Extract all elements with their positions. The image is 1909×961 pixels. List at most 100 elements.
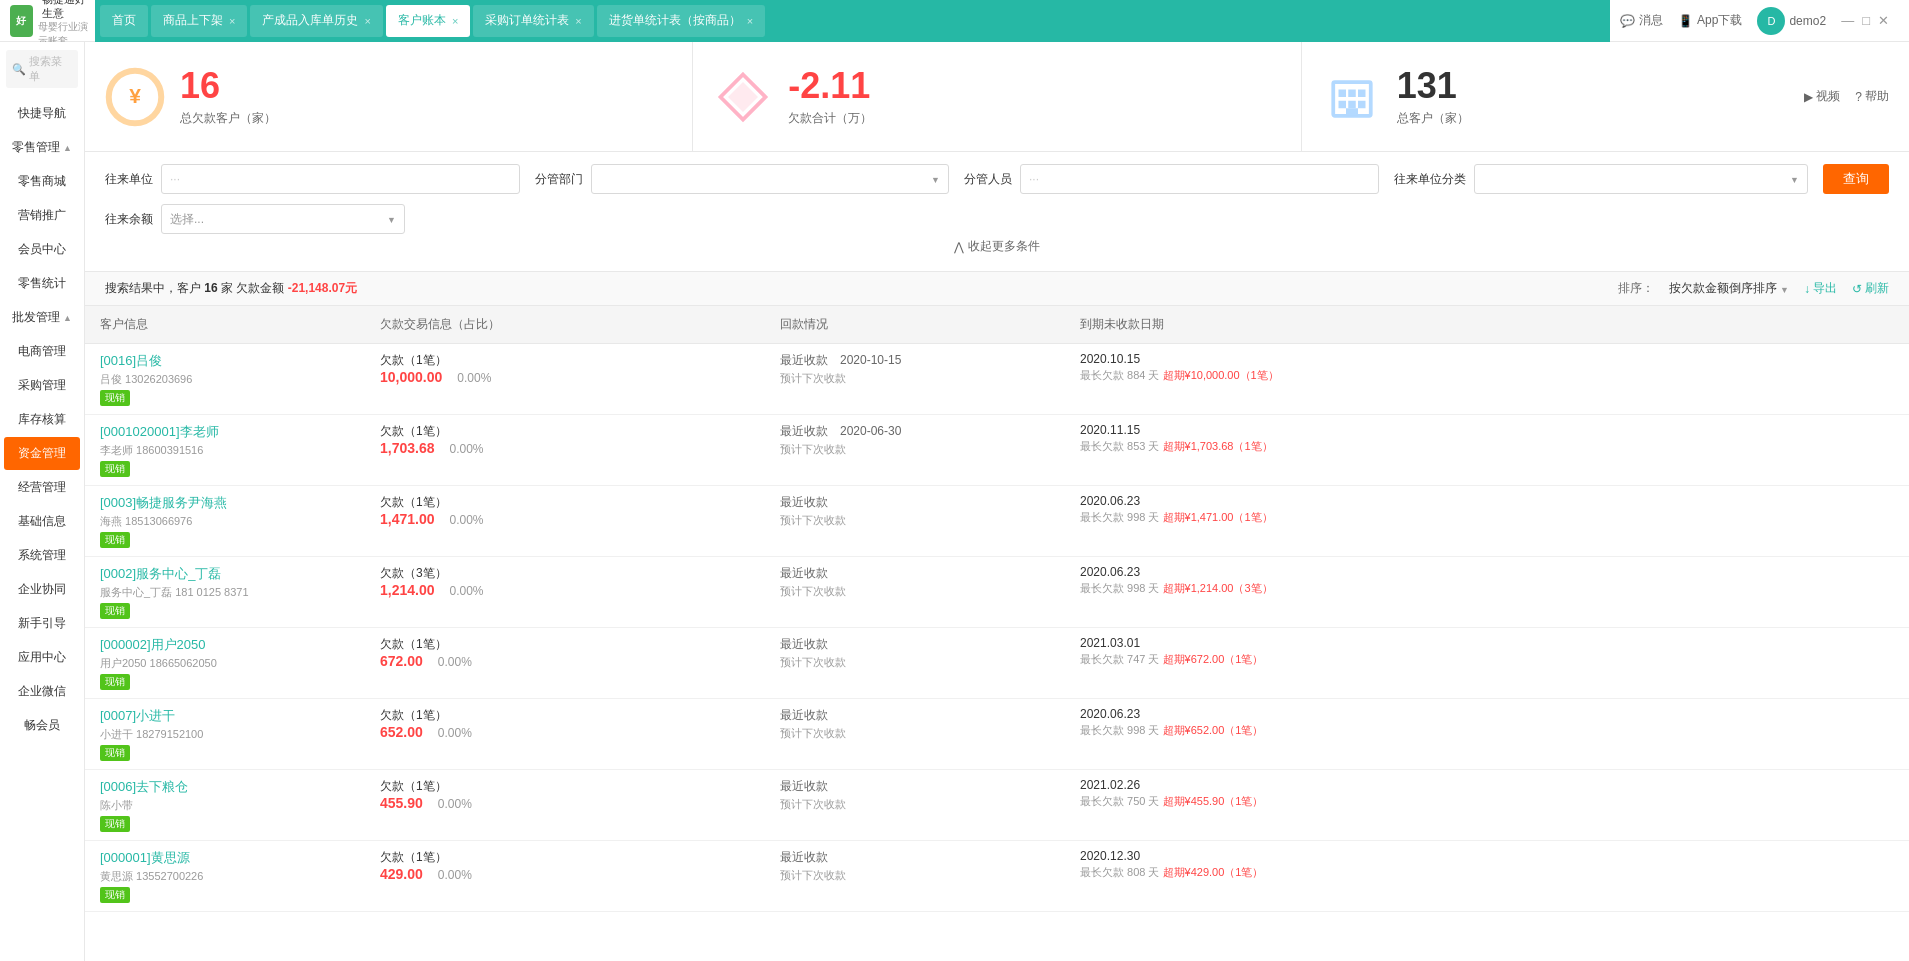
message-btn[interactable]: 💬 消息 [1620,12,1663,29]
sidebar-item-biz-mgmt[interactable]: 经营管理 [4,471,80,504]
balance-chevron [387,212,396,226]
sidebar-item-basic-info[interactable]: 基础信息 [4,505,80,538]
sidebar-item-enterprise[interactable]: 企业协同 [4,573,80,606]
overdue-info: 最长欠款 853 天 超期¥1,703.68（1笔） [1080,439,1894,454]
tab-close-customer_account[interactable]: × [452,15,458,27]
manager-input[interactable]: ··· [1020,164,1379,194]
tab-production[interactable]: 产成品入库单历史× [250,5,382,37]
search-button[interactable]: 查询 [1823,164,1889,194]
sidebar-label-batch-mgmt: 批发管理 [12,309,60,326]
avatar-icon: D [1757,7,1785,35]
table-row: [0001020001]李老师 李老师 18600391516 现销 欠款（1笔… [85,415,1909,486]
close-btn[interactable]: ✕ [1878,13,1889,28]
minimize-btn[interactable]: — [1841,13,1854,28]
sidebar-item-new-guide[interactable]: 新手引导 [4,607,80,640]
col-due-date: 到期未收款日期 [1065,306,1909,344]
results-prefix: 搜索结果中，客户 [105,281,201,295]
debt-pct: 0.00% [438,655,472,669]
next-payment: 预计下次收款 [780,868,1050,883]
due-date-cell: 2021.03.01 最长欠款 747 天 超期¥672.00（1笔） [1065,628,1909,699]
tab-purchase_order[interactable]: 采购订单统计表× [473,5,593,37]
customer-name-link[interactable]: [000002]用户2050 [100,637,206,652]
overdue-link[interactable]: 超期¥10,000.00（1笔） [1163,369,1279,381]
recovery-cell: 最近收款 预计下次收款 [765,770,1065,841]
debt-pct: 0.00% [450,513,484,527]
content-area: ¥ 16 总欠款客户（家） -2.11 [85,42,1909,961]
sidebar-item-corp-wechat[interactable]: 企业微信 [4,675,80,708]
customer-name-link[interactable]: [0002]服务中心_丁磊 [100,566,221,581]
customer-name-link[interactable]: [000001]黄思源 [100,850,190,865]
sidebar-item-purchase-mgmt[interactable]: 采购管理 [4,369,80,402]
results-info: 搜索结果中，客户 16 家 欠款金额 -21,148.07元 [105,280,357,297]
dept-label: 分管部门 [535,171,583,188]
latest-payment: 最近收款 [780,707,1050,724]
tab-incoming_stats[interactable]: 进货单统计表（按商品）× [597,5,765,37]
overdue-link[interactable]: 超期¥1,471.00（1笔） [1163,511,1273,523]
tab-close-incoming_stats[interactable]: × [747,15,753,27]
help-btn[interactable]: ? 帮助 [1855,88,1889,105]
sidebar-item-retail-mall[interactable]: 零售商城 [4,165,80,198]
stat-debt-customers-info: 16 总欠款客户（家） [180,66,276,127]
tab-products[interactable]: 商品上下架× [151,5,247,37]
sidebar-item-quick-nav[interactable]: 快捷导航 [4,97,80,130]
sidebar-item-marketing[interactable]: 营销推广 [4,199,80,232]
overdue-link[interactable]: 超期¥1,214.00（3笔） [1163,582,1273,594]
next-payment: 预计下次收款 [780,655,1050,670]
debt-details: 455.90 0.00% [380,795,750,811]
user-avatar[interactable]: D demo2 [1757,7,1826,35]
latest-payment: 最近收款 2020-06-30 [780,423,1050,440]
sidebar-item-batch-mgmt[interactable]: 批发管理▲ [4,301,80,334]
debt-details: 1,703.68 0.00% [380,440,750,456]
app-download-btn[interactable]: 📱 App下载 [1678,12,1742,29]
overdue-info: 最长欠款 998 天 超期¥1,214.00（3笔） [1080,581,1894,596]
sidebar-item-ecommerce[interactable]: 电商管理 [4,335,80,368]
sidebar-item-app-center[interactable]: 应用中心 [4,641,80,674]
video-btn[interactable]: ▶ 视频 [1804,88,1840,105]
sidebar-item-finance[interactable]: 资金管理 [4,437,80,470]
sort-select[interactable]: 按欠款金额倒序排序 [1669,280,1789,297]
customer-name-link[interactable]: [0006]去下粮仓 [100,779,188,794]
overdue-link[interactable]: 超期¥455.90（1笔） [1163,795,1264,807]
sidebar-item-retail-stats[interactable]: 零售统计 [4,267,80,300]
customer-name-link[interactable]: [0007]小进干 [100,708,175,723]
debt-info-cell: 欠款（1笔） 429.00 0.00% [365,841,765,912]
sidebar-item-inventory[interactable]: 库存核算 [4,403,80,436]
export-btn[interactable]: ↓ 导出 [1804,280,1837,297]
debt-info-cell: 欠款（1笔） 455.90 0.00% [365,770,765,841]
customer-contact: 陈小带 [100,798,350,813]
debt-count: 欠款（3笔） [380,565,750,582]
restore-btn[interactable]: □ [1862,13,1870,28]
customer-name-link[interactable]: [0003]畅捷服务尹海燕 [100,495,227,510]
debt-amount: 652.00 [380,724,423,740]
overdue-link[interactable]: 超期¥429.00（1笔） [1163,866,1264,878]
logo-icon: 好 [10,5,33,37]
tab-close-production[interactable]: × [364,15,370,27]
sidebar-item-sys-mgmt[interactable]: 系统管理 [4,539,80,572]
balance-select[interactable]: 选择... [161,204,405,234]
overdue-info: 最长欠款 998 天 超期¥1,471.00（1笔） [1080,510,1894,525]
unit-class-select[interactable] [1474,164,1809,194]
debt-details: 429.00 0.00% [380,866,750,882]
stat-total-customers: 131 总客户（家） ▶ 视频 ? 帮助 [1302,42,1909,151]
sidebar-label-sys-mgmt: 系统管理 [18,548,66,562]
sidebar-item-vip-member[interactable]: 畅会员 [4,709,80,742]
customer-name-link[interactable]: [0001020001]李老师 [100,424,219,439]
overdue-link[interactable]: 超期¥672.00（1笔） [1163,653,1264,665]
sidebar-item-member-center[interactable]: 会员中心 [4,233,80,266]
overdue-link[interactable]: 超期¥1,703.68（1笔） [1163,440,1273,452]
tab-close-purchase_order[interactable]: × [575,15,581,27]
dept-select[interactable] [591,164,950,194]
tab-home[interactable]: 首页 [100,5,148,37]
tab-close-products[interactable]: × [229,15,235,27]
total-customers-value: 131 [1397,66,1469,106]
source-unit-input[interactable]: ··· [161,164,520,194]
sidebar-search[interactable]: 🔍 搜索菜单 [0,42,84,96]
stat-total-customers-info: 131 总客户（家） [1397,66,1469,127]
customer-name-link[interactable]: [0016]吕俊 [100,353,162,368]
overdue-link[interactable]: 超期¥652.00（1笔） [1163,724,1264,736]
refresh-btn[interactable]: ↺ 刷新 [1852,280,1889,297]
tab-customer_account[interactable]: 客户账本× [386,5,470,37]
collapse-btn[interactable]: ⋀ 收起更多条件 [954,238,1040,255]
search-menu-box[interactable]: 🔍 搜索菜单 [6,50,78,88]
sidebar-item-retail-mgmt[interactable]: 零售管理▲ [4,131,80,164]
